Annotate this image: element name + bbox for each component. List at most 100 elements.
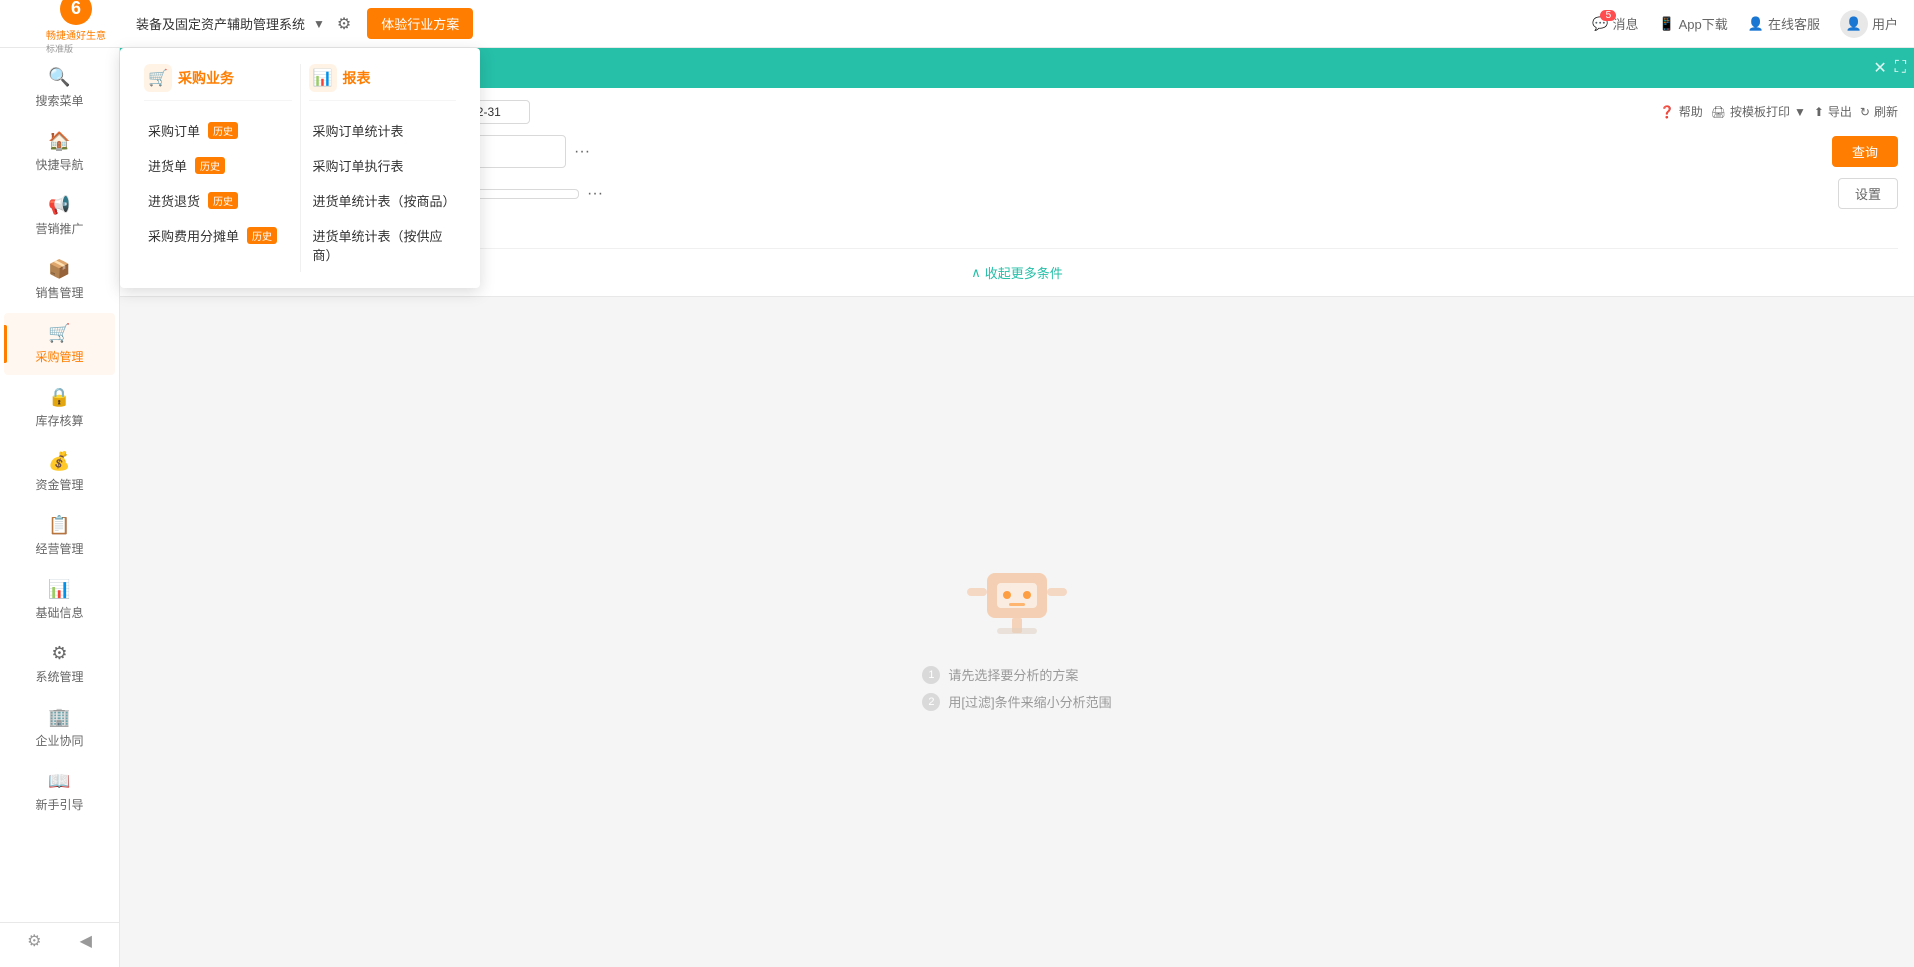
industry-btn[interactable]: 体验行业方案 [367,8,473,39]
toolbar-actions: ❓ 帮助 🖨 按模板打印 ▼ ⬆ 导出 ↻ 刷新 [1660,103,1898,120]
purchase-report-col: 📊 报表 采购订单统计表 采购订单执行表 进货单统计表（按商品） 进货单统计表（… [301,64,465,272]
menu-item-report-inbound-supplier[interactable]: 进货单统计表（按供应商） [309,218,457,272]
avatar: 👤 [1840,10,1868,38]
menu-item-purchase-in[interactable]: 进货单 历史 [144,148,292,183]
sidebar-item-label: 新手引导 [35,796,83,813]
sidebar-item-marketing[interactable]: 📢 营销推广 [4,185,115,247]
purchase-business-col: 🛒 采购业务 采购订单 历史 进货单 历史 进货退货 历史 采购费用分摊单 历史 [136,64,301,272]
purchase-icon: 🛒 [48,323,70,344]
inventory-icon: 🔒 [48,387,70,408]
sidebar-item-label: 企业协同 [35,732,83,749]
header-settings-icon[interactable]: ⚙ [337,14,351,34]
history-badge-2: 历史 [208,192,238,209]
message-icon: 💬 5 [1592,16,1608,32]
menu-item-report-order-stat[interactable]: 采购订单统计表 [309,113,457,148]
refresh-icon: ↻ [1860,105,1870,119]
menu-item-purchase-expense[interactable]: 采购费用分摊单 历史 [144,218,292,253]
tab-close-window-btn[interactable]: ✕ [1873,58,1886,78]
sidebar: 🔍 搜索菜单 🏠 快捷导航 📢 营销推广 📦 销售管理 🛒 采购管理 🔒 库存核… [0,48,120,967]
query-btn[interactable]: 查询 [1832,136,1898,167]
settings-btn[interactable]: 设置 [1838,178,1898,209]
collapse-btn[interactable]: ∧ 收起更多条件 [971,255,1063,290]
menu-item-purchase-order[interactable]: 采购订单 历史 [144,113,292,148]
logo-area: 6 畅捷通好生意 标准版 [16,0,136,55]
menu-item-purchase-return[interactable]: 进货退货 历史 [144,183,292,218]
sidebar-settings-btn[interactable]: ⚙ [27,931,41,951]
online-service-btn[interactable]: 👤 在线客服 [1748,14,1820,33]
messages-btn[interactable]: 💬 5 消息 [1592,14,1638,33]
sidebar-item-system[interactable]: ⚙ 系统管理 [4,633,115,695]
sidebar-collapse-btn[interactable]: ◀ [80,931,92,951]
app-download-btn[interactable]: 📱 App下载 [1658,14,1727,33]
sidebar-item-search[interactable]: 🔍 搜索菜单 [4,57,115,119]
sales-icon: 📦 [48,259,70,280]
menu-item-report-order-exec[interactable]: 采购订单执行表 [309,148,457,183]
sidebar-item-enterprise[interactable]: 🏢 企业协同 [4,697,115,759]
marketing-icon: 📢 [48,195,70,216]
user-btn[interactable]: 👤 用户 [1840,10,1898,38]
logo-text: 畅捷通好生意 标准版 [46,27,106,55]
home-icon: 🏠 [48,131,70,152]
guide-icon: 📖 [48,771,70,792]
print-dropdown-icon: ▼ [1794,105,1806,119]
tab-bar-right: ✕ ⛶ [1873,58,1906,78]
sidebar-item-label: 营销推广 [35,220,83,237]
history-badge-3: 历史 [247,227,277,244]
sidebar-item-label: 库存核算 [35,412,83,429]
salesperson-more-btn[interactable]: ··· [587,185,603,203]
system-title-dropdown[interactable]: ▼ [313,17,325,31]
step-2-icon: 2 [922,693,940,711]
sidebar-bottom: ⚙ ◀ [0,922,119,959]
report-col-title: 📊 报表 [309,64,457,101]
logo-icon: 6 [60,0,92,25]
export-icon: ⬆ [1814,105,1824,119]
business-col-title: 🛒 采购业务 [144,64,292,101]
report-col-icon: 📊 [309,64,337,92]
top-header: 6 畅捷通好生意 标准版 装备及固定资产辅助管理系统 ▼ ⚙ 体验行业方案 💬 … [0,0,1914,48]
sidebar-item-purchase[interactable]: 🛒 采购管理 [4,313,115,375]
history-badge-0: 历史 [208,122,238,139]
print-icon: 🖨 [1711,105,1726,119]
empty-text: 1 请先选择要分析的方案 2 用[过滤]条件来缩小分析范围 [922,665,1111,711]
goods-more-btn[interactable]: ··· [574,143,590,161]
empty-state: 1 请先选择要分析的方案 2 用[过滤]条件来缩小分析范围 [120,297,1914,967]
empty-illustration [957,553,1077,653]
sidebar-item-operations[interactable]: 📋 经营管理 [4,505,115,567]
sidebar-item-label: 基础信息 [35,604,83,621]
sidebar-item-label: 采购管理 [35,348,83,365]
print-btn[interactable]: 🖨 按模板打印 ▼ [1711,103,1806,120]
sidebar-item-quick-nav[interactable]: 🏠 快捷导航 [4,121,115,183]
empty-tip-1: 1 请先选择要分析的方案 [922,665,1078,684]
enterprise-icon: 🏢 [48,707,70,728]
empty-tip-2: 2 用[过滤]条件来缩小分析范围 [922,692,1111,711]
operations-icon: 📋 [48,515,70,536]
sidebar-item-inventory[interactable]: 🔒 库存核算 [4,377,115,439]
sidebar-item-label: 资金管理 [35,476,83,493]
sidebar-item-label: 搜索菜单 [35,92,83,109]
collapse-icon: ∧ [971,265,981,281]
menu-item-report-inbound-goods[interactable]: 进货单统计表（按商品） [309,183,457,218]
tab-maximize-btn[interactable]: ⛶ [1895,59,1906,77]
export-btn[interactable]: ⬆ 导出 [1814,103,1852,120]
help-btn[interactable]: ❓ 帮助 [1660,103,1703,120]
sidebar-item-finance[interactable]: 💰 资金管理 [4,441,115,503]
sidebar-item-basic-info[interactable]: 📊 基础信息 [4,569,115,631]
search-icon: 🔍 [48,67,70,88]
system-title: 装备及固定资产辅助管理系统 [136,14,305,33]
finance-icon: 💰 [48,451,70,472]
header-title-area: 装备及固定资产辅助管理系统 ▼ ⚙ 体验行业方案 [136,8,1592,39]
sidebar-item-label: 销售管理 [35,284,83,301]
sidebar-item-label: 系统管理 [35,668,83,685]
history-badge-1: 历史 [195,157,225,174]
sidebar-item-label: 快捷导航 [35,156,83,173]
sidebar-item-sales[interactable]: 📦 销售管理 [4,249,115,311]
business-col-icon: 🛒 [144,64,172,92]
sidebar-item-guide[interactable]: 📖 新手引导 [4,761,115,823]
dropdown-section: 🛒 采购业务 采购订单 历史 进货单 历史 进货退货 历史 采购费用分摊单 历史 [136,64,464,272]
sidebar-item-label: 经营管理 [35,540,83,557]
header-right: 💬 5 消息 📱 App下载 👤 在线客服 👤 用户 [1592,10,1898,38]
system-icon: ⚙ [51,643,67,664]
help-icon: ❓ [1660,105,1675,119]
refresh-btn[interactable]: ↻ 刷新 [1860,103,1898,120]
purchase-dropdown-menu: 🛒 采购业务 采购订单 历史 进货单 历史 进货退货 历史 采购费用分摊单 历史 [120,48,480,288]
